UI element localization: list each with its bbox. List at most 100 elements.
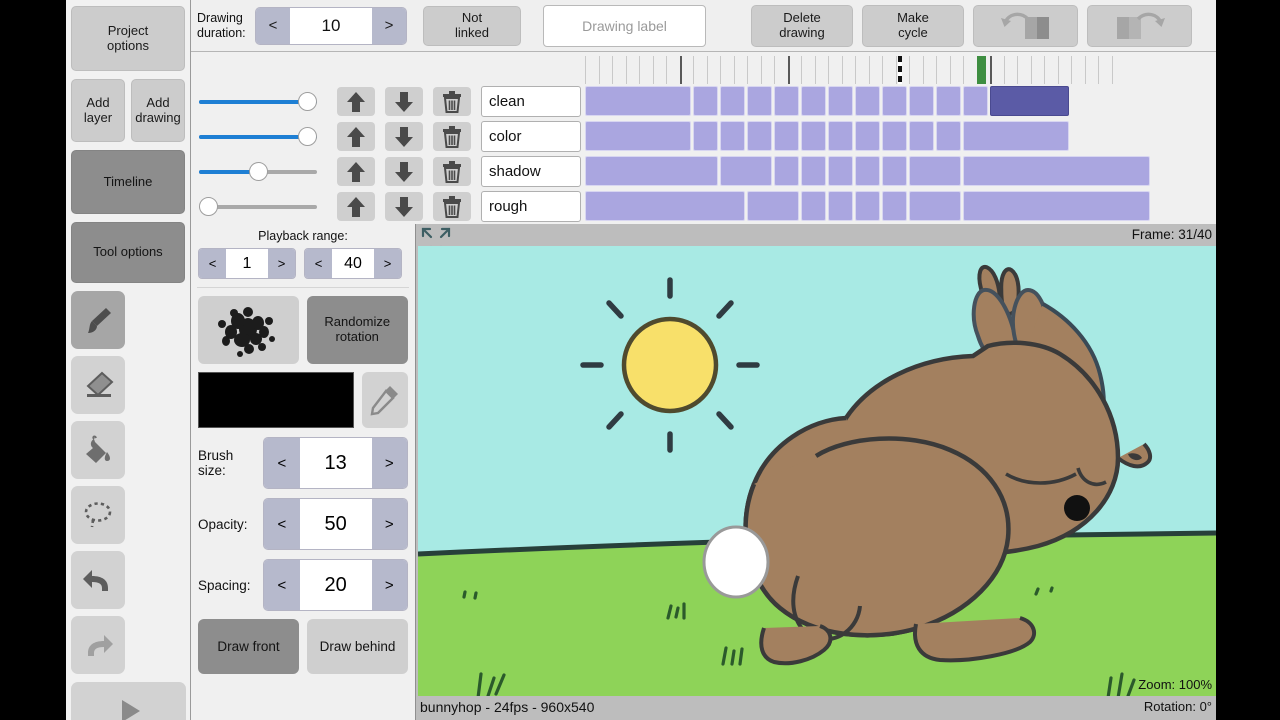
timeline-cell[interactable] bbox=[963, 191, 1150, 221]
randomize-rotation-button[interactable]: Randomize rotation bbox=[306, 296, 408, 364]
layer-move-down-button[interactable] bbox=[385, 192, 423, 221]
brush-size-decrement[interactable]: < bbox=[264, 438, 300, 488]
layer-name-input[interactable]: color bbox=[481, 121, 581, 152]
brush-size-value[interactable]: 13 bbox=[299, 438, 372, 488]
timeline-cell[interactable] bbox=[936, 121, 961, 151]
eraser-tool[interactable] bbox=[71, 356, 125, 414]
layer-move-up-button[interactable] bbox=[337, 157, 375, 186]
timeline-cell[interactable] bbox=[774, 121, 799, 151]
shift-drawing-left-button[interactable] bbox=[973, 4, 1078, 47]
layer-move-down-button[interactable] bbox=[385, 122, 423, 151]
add-layer-button[interactable]: Add layer bbox=[71, 79, 125, 142]
timeline-cell[interactable] bbox=[828, 121, 853, 151]
timeline-cell[interactable] bbox=[963, 121, 1069, 151]
spacing-increment[interactable]: > bbox=[371, 560, 408, 610]
opacity-increment[interactable]: > bbox=[371, 499, 408, 549]
range-start-decrement[interactable]: < bbox=[199, 249, 226, 278]
timeline-cell[interactable] bbox=[909, 191, 961, 221]
make-cycle-button[interactable]: Make cycle bbox=[862, 4, 964, 47]
timeline-cell[interactable] bbox=[828, 156, 853, 186]
timeline-cell[interactable] bbox=[693, 121, 718, 151]
timeline-ruler[interactable] bbox=[585, 56, 1125, 84]
timeline-cell[interactable] bbox=[747, 121, 772, 151]
spacing-decrement[interactable]: < bbox=[264, 560, 300, 610]
timeline-cell[interactable] bbox=[801, 86, 826, 116]
project-options-button[interactable]: Project options bbox=[71, 6, 185, 71]
timeline-cell[interactable] bbox=[936, 86, 961, 116]
draw-behind-button[interactable]: Draw behind bbox=[307, 619, 408, 674]
timeline-cell[interactable] bbox=[720, 121, 745, 151]
play-button[interactable] bbox=[71, 682, 186, 720]
slider-knob[interactable] bbox=[199, 197, 218, 216]
layer-delete-button[interactable] bbox=[433, 192, 471, 221]
timeline-cell[interactable] bbox=[693, 86, 718, 116]
timeline-cell[interactable] bbox=[585, 191, 745, 221]
range-start-increment[interactable]: > bbox=[268, 249, 295, 278]
lasso-tool[interactable] bbox=[71, 486, 125, 544]
timeline-cell[interactable] bbox=[720, 156, 772, 186]
timeline-cell[interactable] bbox=[720, 86, 745, 116]
draw-front-button[interactable]: Draw front bbox=[198, 619, 299, 674]
timeline-cell[interactable] bbox=[585, 121, 691, 151]
layer-opacity-slider[interactable] bbox=[199, 119, 317, 154]
timeline-cell[interactable] bbox=[774, 156, 799, 186]
timeline-cell[interactable] bbox=[585, 156, 718, 186]
slider-knob[interactable] bbox=[298, 92, 317, 111]
timeline-playhead[interactable] bbox=[897, 56, 902, 84]
layer-opacity-slider[interactable] bbox=[199, 154, 317, 189]
timeline-cell[interactable] bbox=[855, 121, 880, 151]
layer-name-input[interactable]: rough bbox=[481, 191, 581, 222]
timeline-green-marker[interactable] bbox=[976, 56, 986, 84]
add-drawing-button[interactable]: Add drawing bbox=[131, 79, 185, 142]
layer-opacity-slider[interactable] bbox=[199, 189, 317, 224]
duration-decrement-button[interactable]: < bbox=[256, 7, 290, 44]
layer-move-up-button[interactable] bbox=[337, 192, 375, 221]
layer-move-down-button[interactable] bbox=[385, 87, 423, 116]
shift-drawing-right-button[interactable] bbox=[1087, 4, 1192, 47]
opacity-decrement[interactable]: < bbox=[264, 499, 300, 549]
link-toggle-button[interactable]: Not linked bbox=[423, 5, 521, 46]
timeline-cell[interactable] bbox=[801, 156, 826, 186]
timeline-cell[interactable] bbox=[828, 86, 853, 116]
tool-options-button[interactable]: Tool options bbox=[71, 222, 185, 283]
timeline-cell[interactable] bbox=[828, 191, 853, 221]
range-end-value[interactable]: 40 bbox=[332, 249, 374, 278]
brush-tool[interactable] bbox=[71, 291, 125, 349]
eyedropper-button[interactable] bbox=[362, 372, 408, 428]
brush-preview[interactable] bbox=[198, 296, 299, 364]
layer-move-up-button[interactable] bbox=[337, 122, 375, 151]
opacity-value[interactable]: 50 bbox=[299, 499, 372, 549]
layer-delete-button[interactable] bbox=[433, 87, 471, 116]
range-start-value[interactable]: 1 bbox=[226, 249, 268, 278]
timeline-cell[interactable] bbox=[774, 86, 799, 116]
timeline-button[interactable]: Timeline bbox=[71, 150, 185, 214]
layer-delete-button[interactable] bbox=[433, 157, 471, 186]
drawing-canvas[interactable] bbox=[418, 246, 1216, 698]
range-end-decrement[interactable]: < bbox=[305, 249, 332, 278]
slider-knob[interactable] bbox=[248, 162, 268, 181]
redo-button[interactable] bbox=[71, 616, 125, 674]
fill-tool[interactable] bbox=[71, 421, 125, 479]
timeline-cell[interactable] bbox=[855, 86, 880, 116]
color-swatch[interactable] bbox=[198, 372, 355, 428]
timeline-cell[interactable] bbox=[909, 121, 934, 151]
layer-delete-button[interactable] bbox=[433, 122, 471, 151]
timeline-cell[interactable] bbox=[747, 86, 772, 116]
layer-name-input[interactable]: shadow bbox=[481, 156, 581, 187]
timeline-cell[interactable] bbox=[963, 86, 988, 116]
layer-opacity-slider[interactable] bbox=[199, 84, 317, 119]
brush-size-increment[interactable]: > bbox=[371, 438, 408, 488]
layer-move-down-button[interactable] bbox=[385, 157, 423, 186]
spacing-value[interactable]: 20 bbox=[299, 560, 372, 610]
timeline-cell[interactable] bbox=[855, 156, 880, 186]
timeline-cell[interactable] bbox=[801, 191, 826, 221]
timeline-cell[interactable] bbox=[882, 86, 907, 116]
timeline-cell[interactable] bbox=[882, 191, 907, 221]
timeline-cell[interactable] bbox=[909, 156, 961, 186]
timeline-cell[interactable] bbox=[882, 156, 907, 186]
range-end-increment[interactable]: > bbox=[374, 249, 401, 278]
timeline-cell[interactable] bbox=[855, 191, 880, 221]
delete-drawing-button[interactable]: Delete drawing bbox=[751, 4, 853, 47]
duration-value[interactable]: 10 bbox=[290, 7, 372, 44]
layer-name-input[interactable]: clean bbox=[481, 86, 581, 117]
